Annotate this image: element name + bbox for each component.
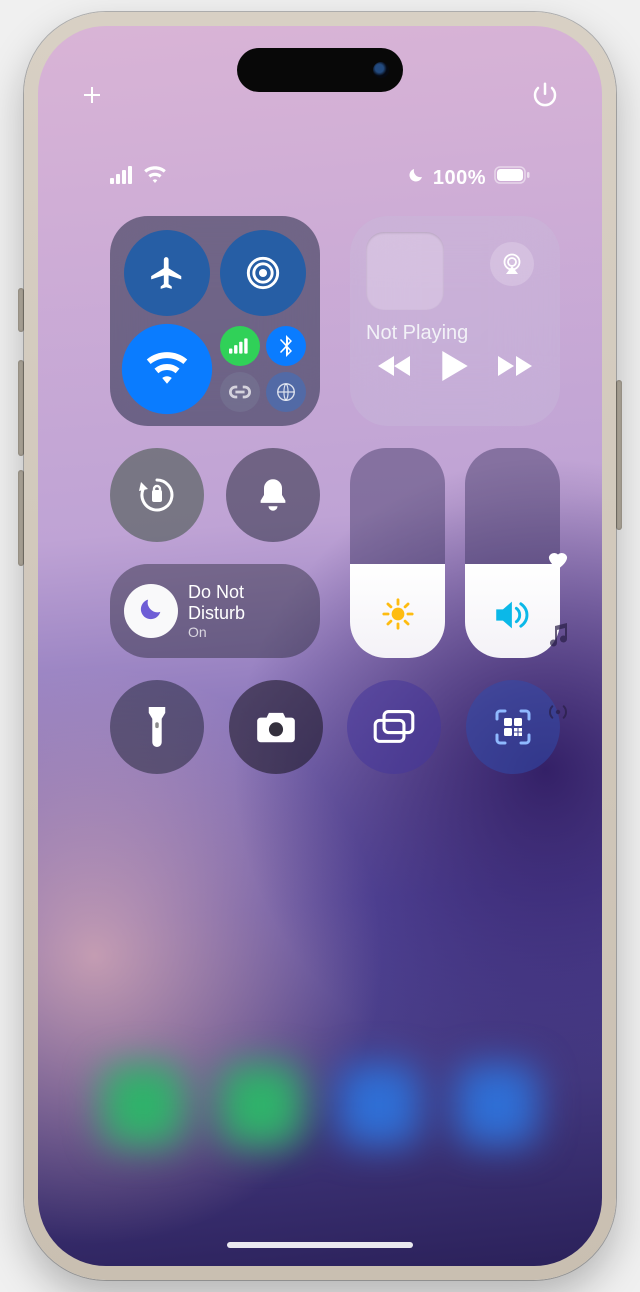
flashlight-button[interactable] (110, 680, 204, 774)
volume-icon (494, 599, 532, 636)
play-button[interactable] (442, 351, 468, 386)
focus-state: On (188, 624, 306, 640)
home-indicator[interactable] (227, 1242, 413, 1248)
media-title: Not Playing (366, 322, 544, 345)
moon-icon (137, 595, 165, 628)
silent-mode-toggle[interactable] (226, 448, 320, 542)
airplay-button[interactable] (490, 242, 534, 286)
brightness-icon (381, 597, 415, 636)
cellular-data-toggle[interactable] (220, 326, 260, 366)
focus-tile[interactable]: Do Not Disturb On (110, 564, 320, 658)
satellite-toggle[interactable] (266, 372, 306, 412)
wifi-signal-icon (142, 166, 168, 190)
cellular-signal-icon (110, 166, 136, 190)
dock-blur (102, 1064, 538, 1146)
page-music-icon[interactable] (548, 623, 568, 652)
orientation-lock-toggle[interactable] (110, 448, 204, 542)
power-button[interactable] (530, 80, 560, 110)
phone-side-button (616, 380, 622, 530)
battery-percent: 100% (433, 167, 486, 190)
previous-track-button[interactable] (378, 354, 412, 383)
bluetooth-toggle[interactable] (266, 326, 306, 366)
phone-frame: 100% (24, 12, 616, 1280)
control-center-screen: 100% (38, 26, 602, 1266)
personal-hotspot-toggle[interactable] (220, 372, 260, 412)
focus-moon-icon (407, 166, 425, 190)
screen-mirroring-button[interactable] (347, 680, 441, 774)
battery-icon (494, 166, 530, 190)
brightness-slider[interactable] (350, 448, 445, 658)
focus-label: Do Not Disturb (188, 582, 245, 623)
media-artwork (366, 232, 444, 310)
wifi-toggle[interactable] (122, 324, 212, 414)
connectivity-tile[interactable] (110, 216, 320, 426)
next-track-button[interactable] (498, 354, 532, 383)
airdrop-toggle[interactable] (220, 230, 306, 316)
page-favorites-icon[interactable] (547, 550, 569, 575)
page-home-icon[interactable] (546, 700, 570, 729)
camera-button[interactable] (229, 680, 323, 774)
add-control-button[interactable] (80, 83, 104, 107)
now-playing-tile[interactable]: Not Playing (350, 216, 560, 426)
airplane-mode-toggle[interactable] (124, 230, 210, 316)
